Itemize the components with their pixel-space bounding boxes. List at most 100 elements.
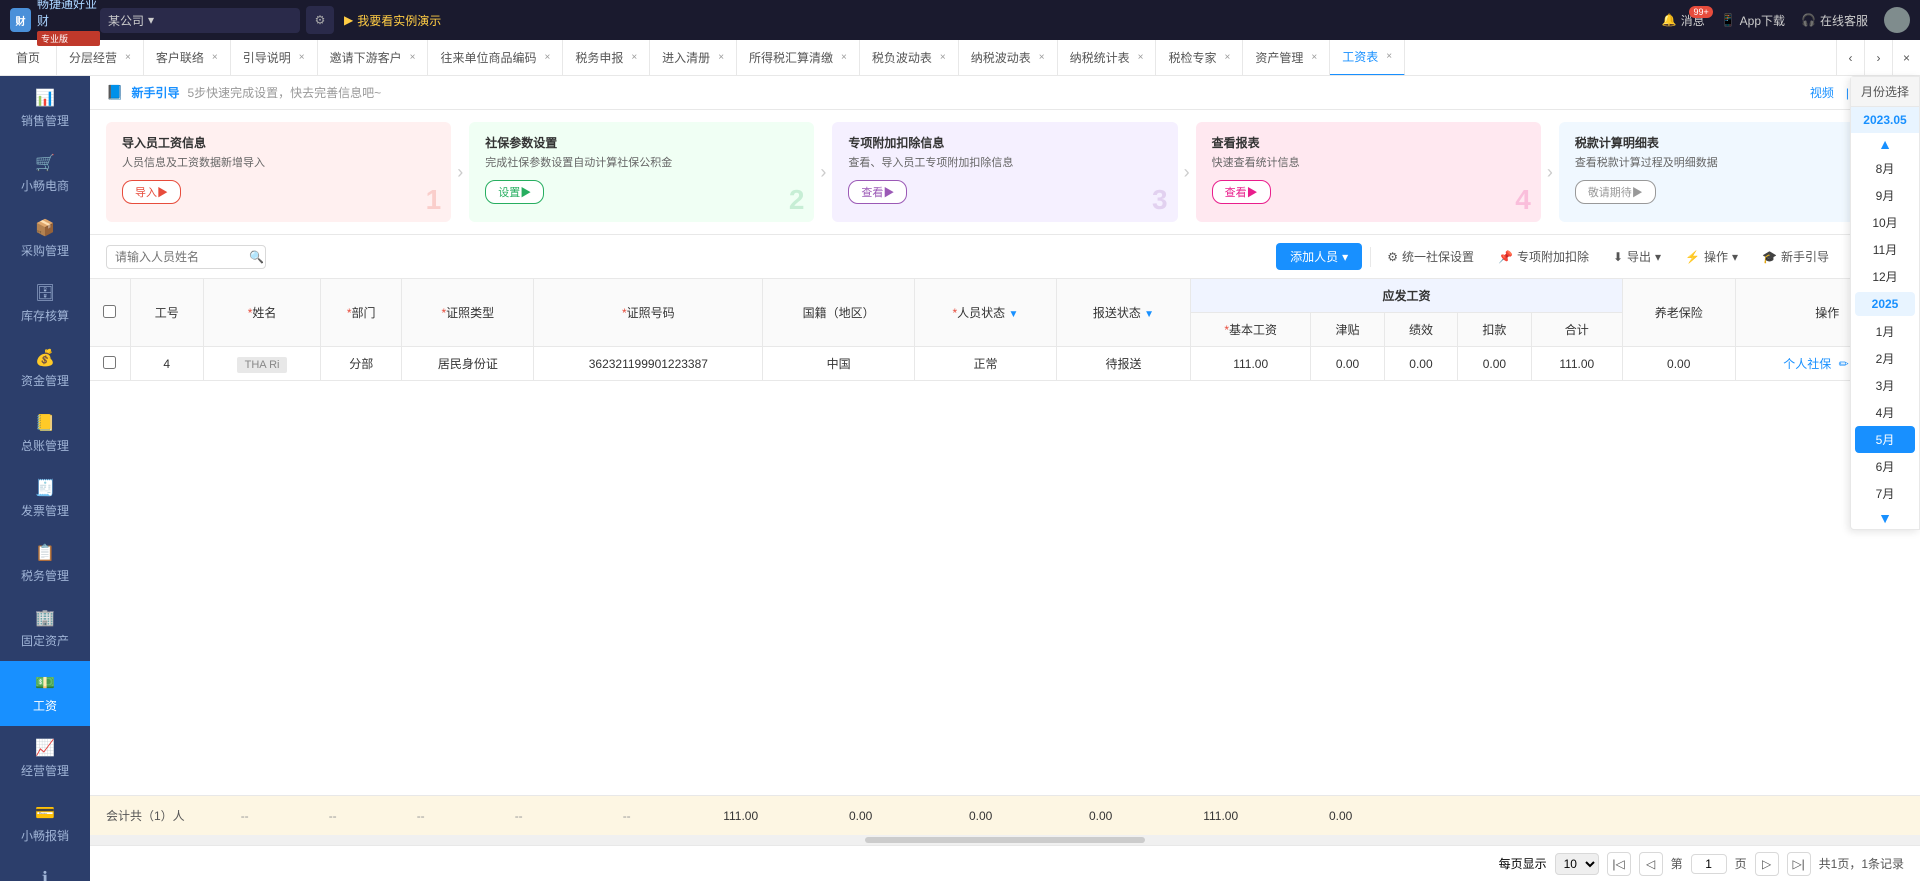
footer-performance: 0.00 <box>921 809 1041 823</box>
tab-nadong[interactable]: 纳税波动表× <box>959 40 1058 76</box>
sidebar-item-salary[interactable]: 💵 工资 <box>0 661 90 726</box>
close-icon[interactable]: × <box>212 52 218 63</box>
tab-zichan[interactable]: 资产管理× <box>1243 40 1330 76</box>
step-3-button[interactable]: 查看▶ <box>848 180 907 204</box>
month-item-5[interactable]: 5月 <box>1855 426 1915 453</box>
tab-shuiwu[interactable]: 税务申报× <box>563 40 650 76</box>
tab-zhuanjia[interactable]: 税检专家× <box>1156 40 1243 76</box>
close-icon[interactable]: × <box>125 52 131 63</box>
month-item-6[interactable]: 6月 <box>1851 453 1919 480</box>
page-size-select[interactable]: 10 20 50 <box>1555 853 1599 875</box>
tab-fengjing[interactable]: 分层经营× <box>57 40 144 76</box>
step-1-button[interactable]: 导入▶ <box>122 180 181 204</box>
close-icon[interactable]: × <box>544 52 550 63</box>
sidebar-item-assets[interactable]: 🏢 固定资产 <box>0 596 90 661</box>
tax-icon: 📋 <box>35 543 55 563</box>
close-icon[interactable]: × <box>1039 52 1045 63</box>
tab-suode[interactable]: 所得税汇算清缴× <box>737 40 860 76</box>
close-icon[interactable]: × <box>841 52 847 63</box>
next-page-button[interactable]: ▷ <box>1755 852 1779 876</box>
month-item-11[interactable]: 11月 <box>1851 236 1919 263</box>
step-3-desc: 查看、导入员工专项附加扣除信息 <box>848 155 1161 172</box>
step-5-button[interactable]: 敬请期待▶ <box>1575 180 1656 204</box>
export-button[interactable]: ⬇ 导出 ▾ <box>1605 244 1669 269</box>
month-item-12[interactable]: 12月 <box>1851 263 1919 290</box>
month-panel-title: 月份选择 <box>1861 85 1909 99</box>
name-placeholder: THA Ri <box>237 357 288 373</box>
row-checkbox[interactable] <box>103 356 116 369</box>
month-item-10[interactable]: 10月 <box>1851 209 1919 236</box>
search-icon[interactable]: 🔍 <box>249 250 264 264</box>
select-all-checkbox[interactable] <box>103 305 116 318</box>
steps-container: 导入员工资信息 人员信息及工资数据新增导入 导入▶ 1 › 社保参数设置 完成社… <box>90 110 1920 235</box>
social-settings-button[interactable]: ⚙ 统一社保设置 <box>1379 244 1482 269</box>
tab-prev-button[interactable]: ‹ <box>1836 40 1864 76</box>
sidebar-item-invoice[interactable]: 🧾 发票管理 <box>0 466 90 531</box>
operate-label: 操作 <box>1704 248 1728 265</box>
add-person-button[interactable]: 添加人员 ▾ <box>1276 243 1362 270</box>
demo-link[interactable]: ▶ 我要看实例演示 <box>344 12 441 29</box>
basic-icon: ℹ <box>42 868 48 881</box>
sidebar-item-ecommerce[interactable]: 🛒 小畅电商 <box>0 141 90 206</box>
tab-bianma[interactable]: 往来单位商品编码× <box>428 40 563 76</box>
page-input[interactable] <box>1691 854 1727 874</box>
sidebar-item-purchase[interactable]: 📦 采购管理 <box>0 206 90 271</box>
tab-qingce[interactable]: 进入清册× <box>650 40 737 76</box>
report-filter-icon[interactable]: ▼ <box>1144 309 1154 320</box>
close-icon[interactable]: × <box>1311 52 1317 63</box>
tab-gongzi[interactable]: 工资表× <box>1330 40 1405 76</box>
prev-page-button[interactable]: ◁ <box>1639 852 1663 876</box>
action-personal-social[interactable]: 个人社保 <box>1783 357 1831 371</box>
workspace-selector[interactable]: 某公司 ▾ <box>100 8 300 33</box>
close-icon[interactable]: × <box>718 52 724 63</box>
sidebar-item-inventory[interactable]: 🗄 库存核算 <box>0 271 90 336</box>
close-icon[interactable]: × <box>299 52 305 63</box>
month-item-7[interactable]: 7月 <box>1851 480 1919 507</box>
tab-next-button[interactable]: › <box>1864 40 1892 76</box>
special-deduction-button[interactable]: 📌 专项附加扣除 <box>1490 244 1597 269</box>
online-service-button[interactable]: 🎧 在线客服 <box>1801 12 1868 29</box>
month-item-4[interactable]: 4月 <box>1851 399 1919 426</box>
close-icon[interactable]: × <box>1138 52 1144 63</box>
guide-video-button[interactable]: 视频 <box>1810 84 1834 101</box>
close-icon[interactable]: × <box>1224 52 1230 63</box>
last-page-button[interactable]: ▷| <box>1787 852 1811 876</box>
step-2-button[interactable]: 设置▶ <box>485 180 544 204</box>
sidebar-item-basic[interactable]: ℹ 基础信息 <box>0 856 90 881</box>
user-avatar[interactable] <box>1884 7 1910 33</box>
month-item-9[interactable]: 9月 <box>1851 182 1919 209</box>
sidebar-item-finance[interactable]: 💰 资金管理 <box>0 336 90 401</box>
operate-button[interactable]: ⚡ 操作 ▾ <box>1677 244 1746 269</box>
sidebar-item-expense[interactable]: 💳 小畅报销 <box>0 791 90 856</box>
sidebar-item-tax[interactable]: 📋 税务管理 <box>0 531 90 596</box>
newguide-button[interactable]: 🎓 新手引导 <box>1754 244 1837 269</box>
close-icon[interactable]: × <box>631 52 637 63</box>
tab-yaoqing[interactable]: 邀请下游客户× <box>318 40 429 76</box>
tab-natongji[interactable]: 纳税统计表× <box>1058 40 1157 76</box>
first-page-button[interactable]: |◁ <box>1607 852 1631 876</box>
search-input[interactable] <box>115 250 245 264</box>
sidebar-item-management[interactable]: 📈 经营管理 <box>0 726 90 791</box>
month-down-button[interactable]: ▼ <box>1876 511 1894 525</box>
close-icon[interactable]: × <box>1386 51 1392 62</box>
month-item-2[interactable]: 2月 <box>1851 345 1919 372</box>
month-up-button[interactable]: ▲ <box>1876 137 1894 151</box>
close-icon[interactable]: × <box>940 52 946 63</box>
app-download-button[interactable]: 📱 App下载 <box>1721 12 1785 29</box>
horizontal-scrollbar[interactable] <box>90 835 1920 845</box>
tab-shuifu[interactable]: 税负波动表× <box>860 40 959 76</box>
tab-kehu[interactable]: 客户联络× <box>144 40 231 76</box>
step-4-button[interactable]: 查看▶ <box>1212 180 1271 204</box>
status-filter-icon[interactable]: ▼ <box>1009 309 1019 320</box>
tab-close-all-button[interactable]: × <box>1892 40 1920 76</box>
tab-yindao[interactable]: 引导说明× <box>231 40 318 76</box>
close-icon[interactable]: × <box>410 52 416 63</box>
message-button[interactable]: 🔔 消息 99+ <box>1662 12 1705 29</box>
sidebar-item-ledger[interactable]: 📒 总账管理 <box>0 401 90 466</box>
sidebar-item-sales[interactable]: 📊 销售管理 <box>0 76 90 141</box>
action-edit-icon[interactable]: ✏ <box>1839 357 1849 371</box>
month-item-8[interactable]: 8月 <box>1851 155 1919 182</box>
month-item-1[interactable]: 1月 <box>1851 318 1919 345</box>
settings-button[interactable]: ⚙ <box>306 6 334 34</box>
month-item-3[interactable]: 3月 <box>1851 372 1919 399</box>
